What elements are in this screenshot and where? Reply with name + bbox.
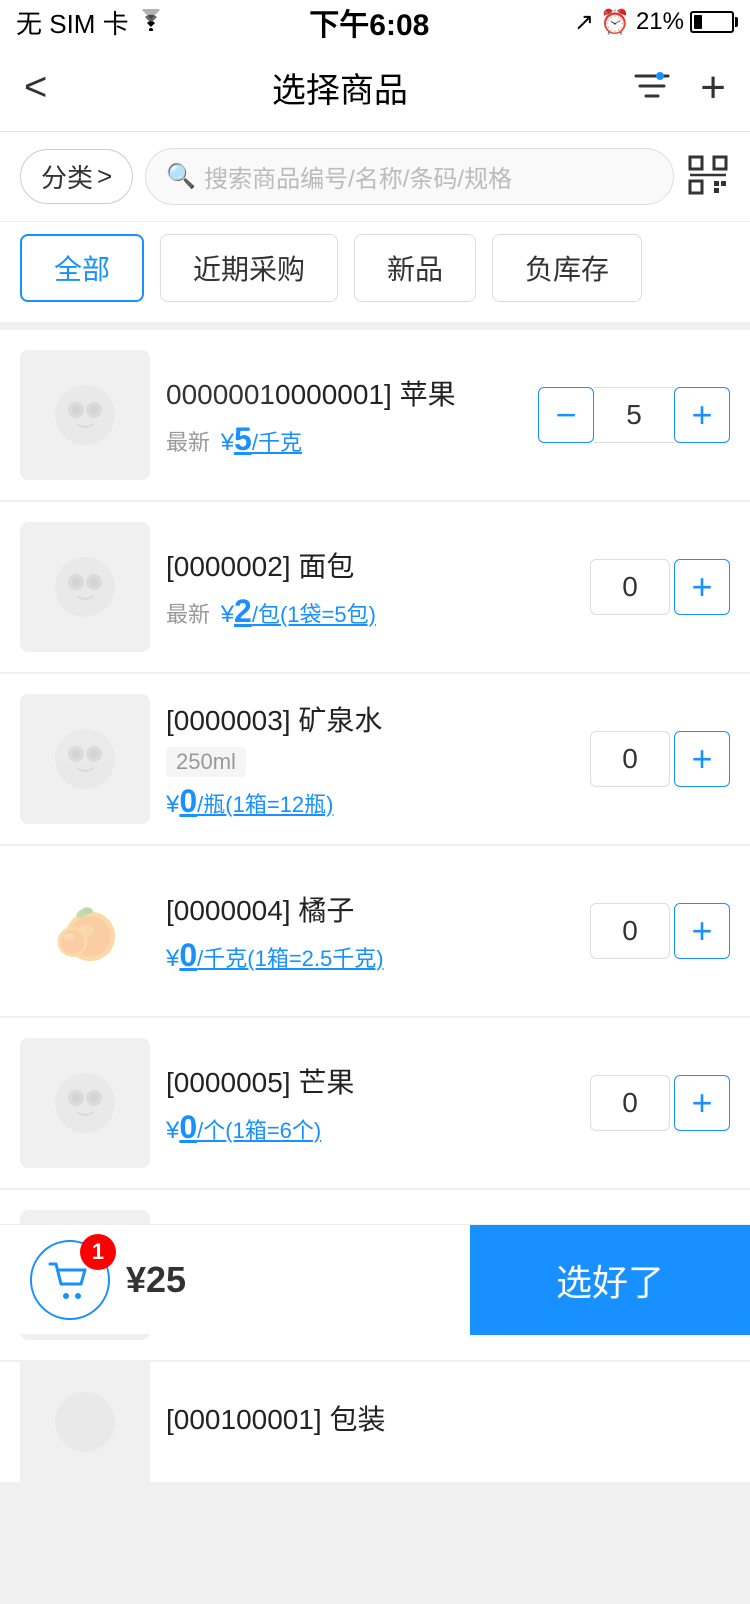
qty-plus-4[interactable]: +	[674, 903, 730, 959]
cart-badge: 1	[80, 1234, 116, 1270]
carrier-text: 无 SIM 卡	[16, 4, 129, 41]
owl-logo-icon-2	[50, 552, 120, 622]
product-name-3: [0000003] 矿泉水	[166, 699, 574, 739]
product-name-2: [0000002] 面包	[166, 545, 574, 585]
product-price-5: ¥0/个(1箱=6个)	[166, 1109, 574, 1146]
category-chevron: >	[97, 161, 112, 192]
cart-icon-wrap[interactable]: 1	[30, 1240, 110, 1320]
product-price-4: ¥0/千克(1箱=2.5千克)	[166, 937, 574, 974]
product-info-5: [0000005] 芒果 ¥0/个(1箱=6个)	[166, 1061, 574, 1146]
confirm-button[interactable]: 选好了	[470, 1225, 750, 1335]
product-image-3	[20, 694, 150, 824]
status-bar: 无 SIM 卡 下午6:08 ↗ ⏰ 21%	[0, 0, 750, 44]
product-name-5: [0000005] 芒果	[166, 1061, 574, 1101]
product-list: 00000010000001] 苹果 最新 ¥5/千克 − +	[0, 330, 750, 1604]
scan-button[interactable]	[686, 153, 730, 200]
product-image-1	[20, 350, 150, 480]
qty-control-2: +	[590, 559, 730, 615]
qty-control-5: +	[590, 1075, 730, 1131]
bottom-bar: 1 ¥25 选好了	[0, 1224, 750, 1334]
product-info-4: [0000004] 橘子 ¥0/千克(1箱=2.5千克)	[166, 889, 574, 974]
qty-plus-2[interactable]: +	[674, 559, 730, 615]
product-name-4: [0000004] 橘子	[166, 889, 574, 929]
product-name-1: 00000010000001] 苹果	[166, 373, 522, 413]
category-label: 分类	[41, 158, 93, 195]
product-item-1: 00000010000001] 苹果 最新 ¥5/千克 − +	[0, 330, 750, 500]
tab-negative[interactable]: 负库存	[492, 234, 642, 302]
qty-control-3: +	[590, 731, 730, 787]
product-price-1: 最新 ¥5/千克	[166, 421, 522, 458]
location-icon: ↗	[574, 8, 594, 37]
cart-total: ¥25	[126, 1259, 186, 1301]
nav-actions: +	[632, 63, 726, 113]
product-price-3: ¥0/瓶(1箱=12瓶)	[166, 783, 574, 820]
cart-area: 1 ¥25	[0, 1240, 216, 1320]
qty-control-4: +	[590, 903, 730, 959]
product-name-7: [000100001] 包装	[166, 1398, 730, 1438]
owl-logo-icon-3	[50, 724, 120, 794]
status-left: 无 SIM 卡	[16, 4, 165, 41]
qty-control-1: − +	[538, 387, 730, 443]
product-item-5: [0000005] 芒果 ¥0/个(1箱=6个) +	[0, 1018, 750, 1188]
product-item-2: [0000002] 面包 最新 ¥2/包(1袋=5包) +	[0, 502, 750, 672]
nav-bar: < 选择商品 +	[0, 44, 750, 132]
tab-recent[interactable]: 近期采购	[160, 234, 338, 302]
qty-input-4[interactable]	[590, 903, 670, 959]
status-right: ↗ ⏰ 21%	[574, 8, 734, 37]
tab-new[interactable]: 新品	[354, 234, 476, 302]
page-title: 选择商品	[272, 63, 408, 112]
product-info-1: 00000010000001] 苹果 最新 ¥5/千克	[166, 373, 522, 458]
tab-all[interactable]: 全部	[20, 234, 144, 302]
product-image-4	[20, 866, 150, 996]
product-info-7: [000100001] 包装	[166, 1398, 730, 1446]
wifi-icon	[137, 7, 165, 38]
filter-icon	[632, 68, 672, 104]
product-spec-3: 250ml	[166, 747, 246, 777]
qty-input-5[interactable]	[590, 1075, 670, 1131]
product-item-3: [0000003] 矿泉水 250ml ¥0/瓶(1箱=12瓶) +	[0, 674, 750, 844]
product-item-7: [000100001] 包装	[0, 1362, 750, 1482]
qty-minus-1[interactable]: −	[538, 387, 594, 443]
qty-plus-1[interactable]: +	[674, 387, 730, 443]
product-item-4: [0000004] 橘子 ¥0/千克(1箱=2.5千克) +	[0, 846, 750, 1016]
search-icon: 🔍	[166, 162, 196, 191]
owl-logo-icon-5	[50, 1068, 120, 1138]
owl-logo-icon-7	[50, 1387, 120, 1457]
battery-icon	[690, 11, 734, 33]
alarm-icon: ⏰	[600, 8, 630, 37]
qty-plus-3[interactable]: +	[674, 731, 730, 787]
qty-plus-5[interactable]: +	[674, 1075, 730, 1131]
back-button[interactable]: <	[24, 65, 47, 110]
qty-input-3[interactable]	[590, 731, 670, 787]
add-button[interactable]: +	[700, 63, 726, 113]
category-button[interactable]: 分类 >	[20, 149, 133, 204]
pid1: 0000001	[275, 379, 384, 410]
orange-image	[50, 896, 120, 966]
product-image-5	[20, 1038, 150, 1168]
tab-row: 全部 近期采购 新品 负库存	[0, 222, 750, 330]
scan-icon	[686, 153, 730, 197]
search-placeholder: 搜索商品编号/名称/条码/规格	[204, 159, 512, 194]
battery-percent: 21%	[636, 8, 684, 36]
product-price-2: 最新 ¥2/包(1袋=5包)	[166, 593, 574, 630]
status-time: 下午6:08	[309, 0, 429, 44]
product-image-7	[20, 1362, 150, 1482]
product-info-3: [0000003] 矿泉水 250ml ¥0/瓶(1箱=12瓶)	[166, 699, 574, 820]
filter-row: 分类 > 🔍 搜索商品编号/名称/条码/规格	[0, 132, 750, 222]
product-image-2	[20, 522, 150, 652]
owl-logo-icon	[50, 380, 120, 450]
pname1: 苹果	[400, 379, 456, 410]
search-bar[interactable]: 🔍 搜索商品编号/名称/条码/规格	[145, 148, 674, 205]
filter-button[interactable]	[632, 68, 672, 107]
qty-input-2[interactable]	[590, 559, 670, 615]
qty-input-1[interactable]	[594, 387, 674, 443]
product-info-2: [0000002] 面包 最新 ¥2/包(1袋=5包)	[166, 545, 574, 630]
